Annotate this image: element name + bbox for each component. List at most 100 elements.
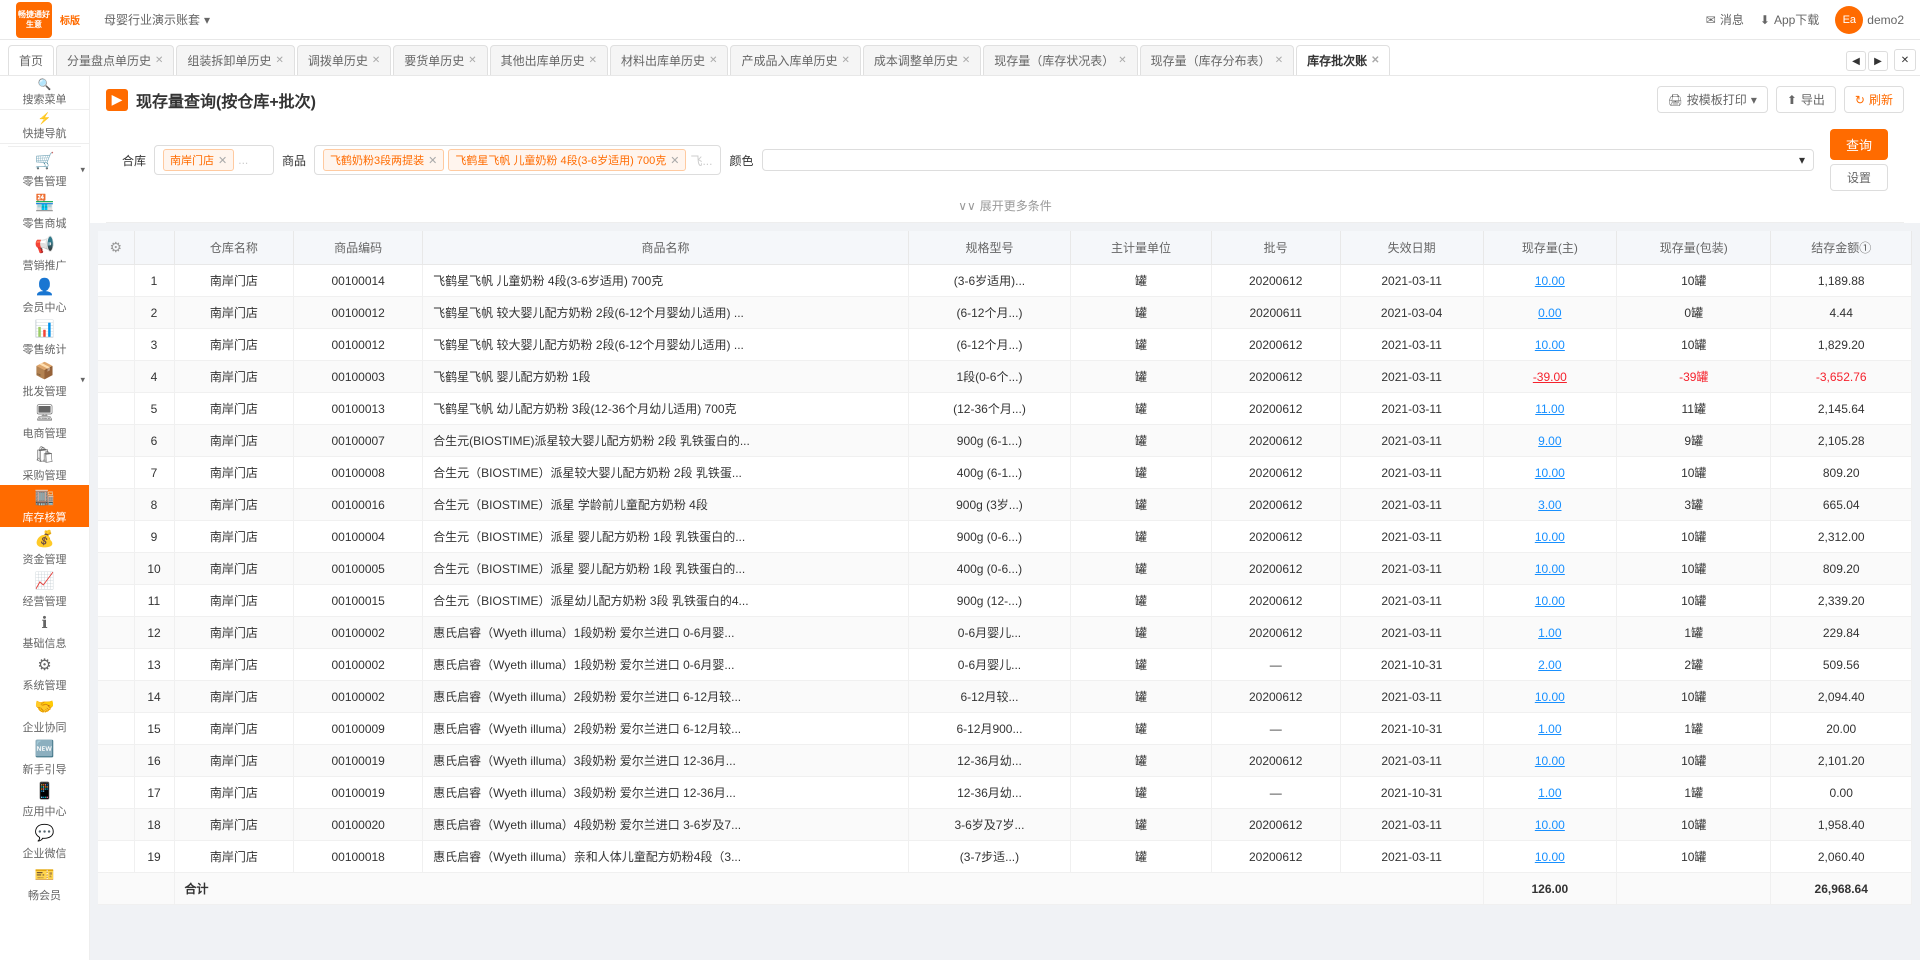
sidebar-item-retail_shop[interactable]: 🏪 零售商城 (0, 191, 89, 233)
account-dropdown[interactable]: 母婴行业演示账套 ▾ (104, 11, 210, 28)
tab-close-chengpinruku[interactable]: ✕ (841, 55, 849, 66)
table-cell[interactable]: 10.00 (1483, 457, 1617, 489)
export-btn[interactable]: ⬆ 导出 (1776, 86, 1836, 113)
table-cell[interactable]: 10.00 (1483, 553, 1617, 585)
tab-fenpan[interactable]: 分量盘点单历史 ✕ (56, 45, 174, 75)
sidebar-search-btn[interactable]: 🔍 搜索菜单 (0, 76, 89, 110)
tab-prev-btn[interactable]: ◀ (1846, 51, 1866, 71)
table-cell[interactable]: 3.00 (1483, 489, 1617, 521)
product-tag-2-remove[interactable]: ✕ (670, 154, 679, 167)
tab-close-zuchai[interactable]: ✕ (275, 55, 283, 66)
tab-close-xianzailiangFB[interactable]: ✕ (1275, 55, 1283, 66)
warehouse-filter-input[interactable]: 南岸门店 ✕ ... (154, 145, 274, 175)
table-cell[interactable]: 10.00 (1483, 681, 1617, 713)
table-cell[interactable]: 10.00 (1483, 745, 1617, 777)
table-cell: 2021-03-11 (1340, 553, 1483, 585)
sidebar-item-wholesale[interactable]: 📦 批发管理 ▾ (0, 359, 89, 401)
table-cell[interactable]: 10.00 (1483, 329, 1617, 361)
sidebar-item-retail_mgmt[interactable]: 🛒 零售管理 ▾ (0, 149, 89, 191)
sidebar-item-marketing[interactable]: 📢 营销推广 (0, 233, 89, 275)
tab-close-chengbentiaozhen[interactable]: ✕ (962, 55, 970, 66)
tab-yaohuodan[interactable]: 要货单历史 ✕ (393, 45, 487, 75)
table-cell[interactable]: 9.00 (1483, 425, 1617, 457)
sidebar-item-member_card[interactable]: 🎫 畅会员 (0, 863, 89, 905)
tab-diaopan[interactable]: 调拨单历史 ✕ (297, 45, 391, 75)
tab-zuchai[interactable]: 组装拆卸单历史 ✕ (176, 45, 294, 75)
query-btn[interactable]: 查询 (1830, 129, 1888, 160)
refresh-btn[interactable]: ↻ 刷新 (1844, 86, 1904, 113)
table-cell: 罐 (1071, 489, 1211, 521)
tab-next-btn[interactable]: ▶ (1868, 51, 1888, 71)
gear-settings-icon[interactable]: ⚙ (109, 239, 122, 255)
template-print-btn[interactable]: 🖨 按模板打印 ▾ (1657, 86, 1768, 113)
tab-chengbentiaozhen[interactable]: 成本调整单历史 ✕ (863, 45, 981, 75)
sidebar-item-app_center[interactable]: 📱 应用中心 (0, 779, 89, 821)
tab-kucunpici[interactable]: 库存批次账 ✕ (1296, 45, 1390, 75)
table-cell: (6-12个月...) (908, 329, 1070, 361)
table-cell[interactable]: 10.00 (1483, 521, 1617, 553)
table-cell: 00100007 (294, 425, 423, 457)
expand-sidebar-btn[interactable]: ▶ (106, 89, 128, 111)
sidebar-item-purchase[interactable]: 🛍 采购管理 (0, 443, 89, 485)
table-cell[interactable]: 0.00 (1483, 297, 1617, 329)
table-cell[interactable]: 11.00 (1483, 393, 1617, 425)
product-filter-input[interactable]: 飞鹤奶粉3段两提装 ✕ 飞鹤星飞帆 儿童奶粉 4段(3-6岁适用) 700克 ✕… (314, 145, 721, 175)
table-cell: 南岸门店 (174, 649, 294, 681)
sidebar-item-operation[interactable]: 📈 经营管理 (0, 569, 89, 611)
table-cell: 惠氏启睿（Wyeth illuma）2段奶粉 爱尔兰进口 6-12月较... (423, 681, 909, 713)
messages-btn[interactable]: ✉ 消息 (1706, 11, 1744, 28)
table-cell: 2,145.64 (1771, 393, 1912, 425)
expand-more-btn[interactable]: ∨∨ 展开更多条件 (122, 197, 1888, 214)
table-cell[interactable]: 10.00 (1483, 265, 1617, 297)
tab-close-xianzailiangkuZK[interactable]: ✕ (1118, 55, 1126, 66)
tab-xianzailiangFB[interactable]: 现存量（库存分布表） ✕ (1140, 45, 1294, 75)
tab-qitachuku[interactable]: 其他出库单历史 ✕ (490, 45, 608, 75)
table-cell[interactable]: 1.00 (1483, 777, 1617, 809)
table-cell (98, 393, 134, 425)
table-cell[interactable]: 10.00 (1483, 809, 1617, 841)
tab-home[interactable]: 首页 (8, 45, 54, 75)
table-cell[interactable]: 1.00 (1483, 617, 1617, 649)
refresh-icon: ↻ (1855, 93, 1865, 107)
settings-btn[interactable]: 设置 (1830, 164, 1888, 191)
tab-xianzailiangkuZK[interactable]: 现存量（库存状况表） ✕ (983, 45, 1137, 75)
app-download-btn[interactable]: ⬇ App下载 (1760, 11, 1819, 28)
table-cell[interactable]: 10.00 (1483, 841, 1617, 873)
tab-chengpinruku[interactable]: 产成品入库单历史 ✕ (730, 45, 860, 75)
user-area[interactable]: Ea demo2 (1835, 6, 1904, 34)
table-cell (98, 457, 134, 489)
table-cell: 1段(0-6个...) (908, 361, 1070, 393)
table-cell (98, 329, 134, 361)
sidebar-item-retail_stats[interactable]: 📊 零售统计 (0, 317, 89, 359)
table-cell (98, 425, 134, 457)
sidebar-item-inventory[interactable]: 🏬 库存核算 (0, 485, 89, 527)
sidebar-item-enterprise_wechat[interactable]: 💬 企业微信 (0, 821, 89, 863)
sidebar-item-member[interactable]: 👤 会员中心 (0, 275, 89, 317)
tab-close-diaopan[interactable]: ✕ (372, 55, 380, 66)
table-cell[interactable]: 1.00 (1483, 713, 1617, 745)
sidebar-item-finance[interactable]: 💰 资金管理 (0, 527, 89, 569)
sidebar-item-enterprise[interactable]: 🤝 企业协同 (0, 695, 89, 737)
table-cell[interactable]: -39.00 (1483, 361, 1617, 393)
table-cell: 2021-03-11 (1340, 361, 1483, 393)
color-filter-dropdown[interactable]: ▾ (762, 149, 1814, 171)
table-cell[interactable]: 2.00 (1483, 649, 1617, 681)
sidebar-item-ecommerce[interactable]: 🖥 电商管理 (0, 401, 89, 443)
tab-close-qitachuku[interactable]: ✕ (589, 55, 597, 66)
tab-close-cailiaochu[interactable]: ✕ (709, 55, 717, 66)
sidebar-label-new_guide: 新手引导 (23, 761, 67, 777)
tab-close-all-btn[interactable]: ✕ (1894, 49, 1916, 71)
tab-close-kucunpici[interactable]: ✕ (1371, 55, 1379, 66)
table-cell[interactable]: 10.00 (1483, 585, 1617, 617)
tab-cailiaochu[interactable]: 材料出库单历史 ✕ (610, 45, 728, 75)
sidebar-quick-nav[interactable]: ⚡ 快捷导航 (0, 110, 89, 144)
sidebar-item-basic[interactable]: ℹ 基础信息 (0, 611, 89, 653)
warehouse-tag-remove[interactable]: ✕ (218, 154, 227, 167)
table-cell: 12-36月幼... (908, 745, 1070, 777)
sidebar-item-system[interactable]: ⚙ 系统管理 (0, 653, 89, 695)
product-tag-1-remove[interactable]: ✕ (428, 154, 437, 167)
sidebar-item-new_guide[interactable]: 🆕 新手引导 (0, 737, 89, 779)
table-cell: 1,958.40 (1771, 809, 1912, 841)
tab-close-yaohuodan[interactable]: ✕ (468, 55, 476, 66)
tab-close-fenpan[interactable]: ✕ (155, 55, 163, 66)
